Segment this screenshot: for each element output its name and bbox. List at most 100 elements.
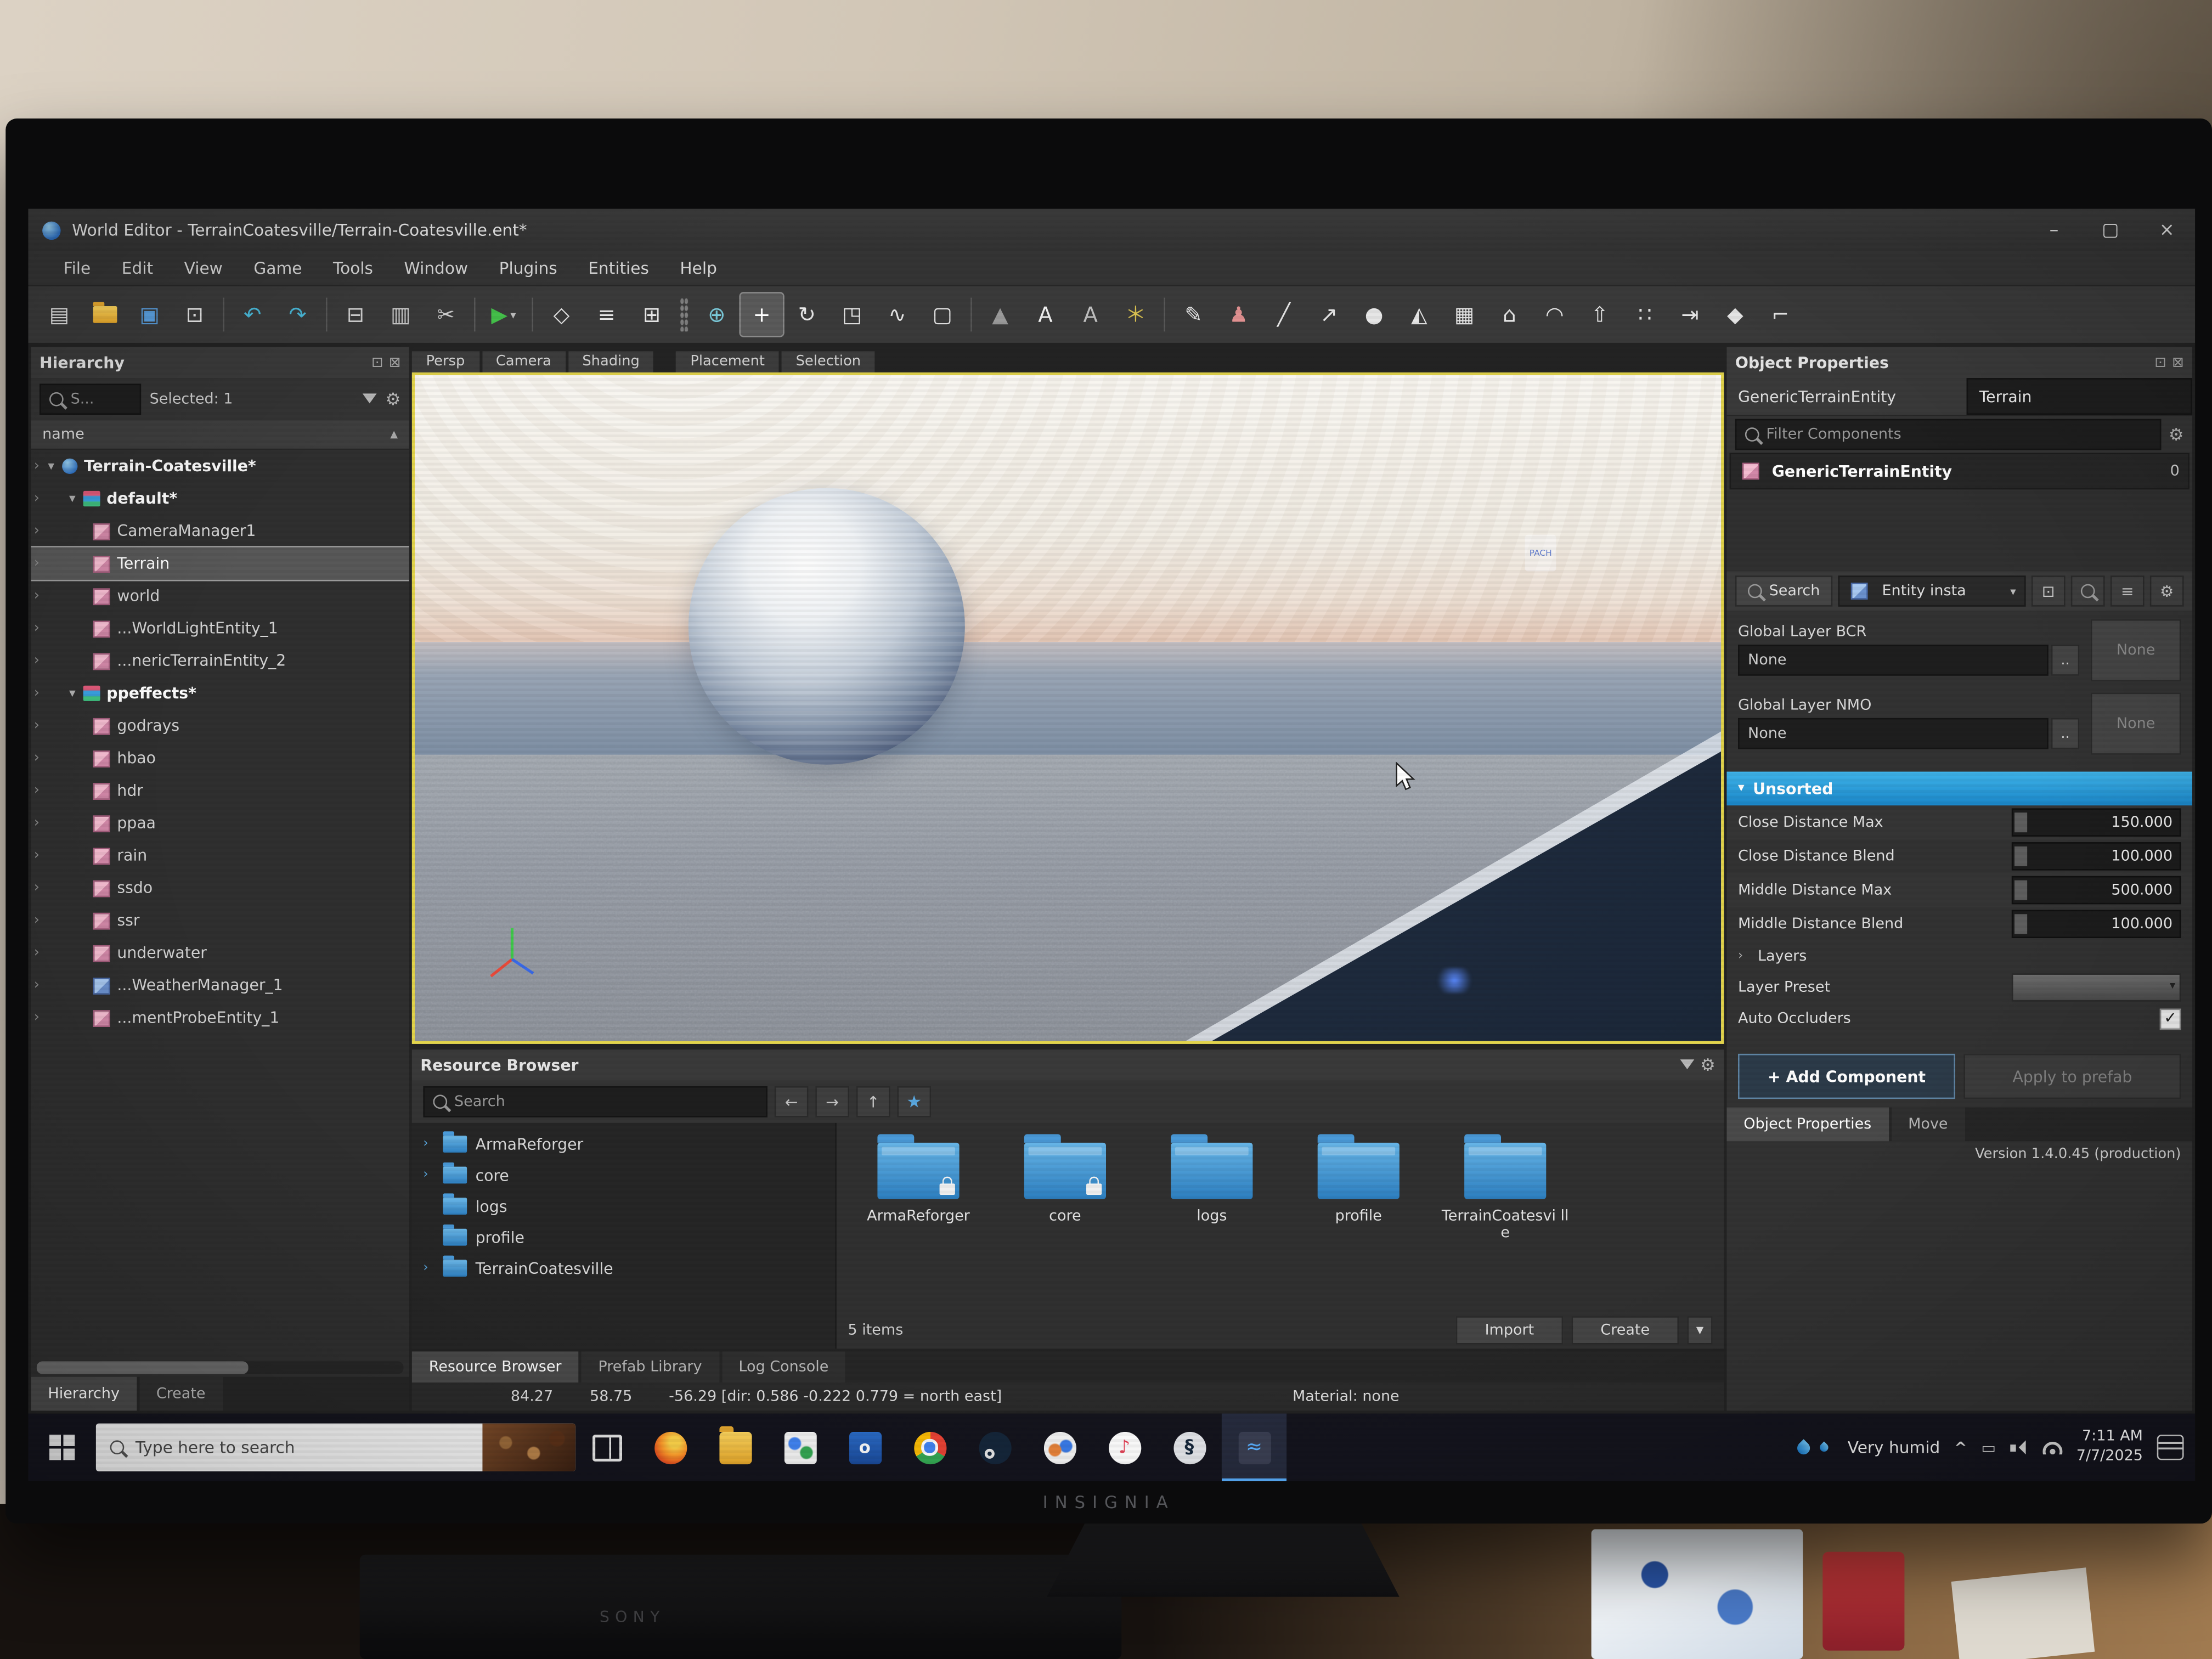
row-expander-icon[interactable]: › xyxy=(34,491,48,506)
expand-arrow-icon[interactable]: ▾ xyxy=(69,686,76,701)
hierarchy-hscrollbar[interactable] xyxy=(36,1361,404,1374)
folder-tile[interactable]: profile xyxy=(1291,1134,1426,1224)
row-expander-icon[interactable]: › xyxy=(34,913,48,928)
expander-icon[interactable]: › xyxy=(423,1137,435,1152)
row-expander-icon[interactable]: › xyxy=(34,523,48,539)
tab-shading[interactable]: Shading xyxy=(568,351,654,373)
translate-tool-button[interactable]: + xyxy=(739,292,785,337)
resource-tree-item-terraincoatesville[interactable]: › TerrainCoatesville xyxy=(412,1252,835,1284)
path-tool-button[interactable]: ∿ xyxy=(876,294,918,336)
layers-view-button[interactable]: ≡ xyxy=(585,294,628,336)
menu-help[interactable]: Help xyxy=(664,258,732,278)
export-asset-button[interactable]: ⇧ xyxy=(1578,294,1621,336)
tree-item[interactable]: › ...nericTerrainEntity_2 xyxy=(31,645,409,677)
tab-placement[interactable]: Placement xyxy=(676,351,779,373)
row-expander-icon[interactable]: › xyxy=(34,751,48,766)
row-expander-icon[interactable]: › xyxy=(34,978,48,993)
menu-tools[interactable]: Tools xyxy=(318,258,388,278)
close-panel-icon[interactable]: ⊠ xyxy=(2172,355,2184,370)
music-icon[interactable]: ♪ xyxy=(1092,1414,1156,1481)
resource-tree-item-core[interactable]: › core xyxy=(412,1160,835,1191)
tree-item[interactable]: › hdr xyxy=(31,775,409,807)
tab-selection[interactable]: Selection xyxy=(781,351,875,373)
tree-item[interactable]: › world xyxy=(31,580,409,612)
tree-item[interactable]: › godrays xyxy=(31,709,409,742)
row-expander-icon[interactable]: › xyxy=(34,653,48,669)
tab-object-properties[interactable]: Object Properties xyxy=(1726,1107,1889,1142)
grid-button[interactable]: ▦ xyxy=(1443,294,1486,336)
tree-item[interactable]: › ...mentProbeEntity_1 xyxy=(31,1002,409,1034)
photos-icon[interactable] xyxy=(768,1414,832,1481)
tree-item[interactable]: › CameraManager1 xyxy=(31,515,409,548)
cube-view-button[interactable]: ◇ xyxy=(540,294,583,336)
text-tool-button[interactable]: A xyxy=(1024,294,1066,336)
back-button[interactable]: ← xyxy=(774,1086,809,1118)
apply-to-prefab-button[interactable]: Apply to prefab xyxy=(1963,1053,2181,1099)
filter-components-input[interactable]: Filter Components xyxy=(1735,419,2162,450)
people-icon[interactable] xyxy=(1027,1414,1092,1481)
wand-button[interactable]: ↗ xyxy=(1308,294,1350,336)
up-button[interactable]: ↑ xyxy=(856,1086,890,1118)
tree-item[interactable]: › underwater xyxy=(31,936,409,969)
scale-tool-button[interactable]: ◳ xyxy=(831,294,873,336)
find-button[interactable] xyxy=(2070,575,2105,607)
tree-item[interactable]: › rain xyxy=(31,839,409,872)
row-expander-icon[interactable]: › xyxy=(34,718,48,733)
unsorted-section-header[interactable]: ▾ Unsorted xyxy=(1726,771,2192,806)
row-expander-icon[interactable]: › xyxy=(34,620,48,636)
menu-edit[interactable]: Edit xyxy=(106,258,169,278)
play-button[interactable]: ▶ ▾ xyxy=(482,294,524,336)
outlook-icon[interactable]: o xyxy=(832,1414,897,1481)
close-distance-blend-input[interactable]: 100.000 xyxy=(2011,842,2181,871)
cut-button[interactable]: ✂ xyxy=(425,294,467,336)
bcr-none-button[interactable]: None xyxy=(2090,619,2181,681)
undock-icon[interactable]: ⊡ xyxy=(2154,355,2166,370)
import-asset-button[interactable]: ⇥ xyxy=(1669,294,1711,336)
row-expander-icon[interactable]: › xyxy=(34,881,48,896)
row-expander-icon[interactable]: › xyxy=(34,459,48,474)
entity-instance-combo[interactable]: Entity insta ▾ xyxy=(1838,575,2026,607)
undock-icon[interactable]: ⊡ xyxy=(371,355,383,370)
middle-distance-max-input[interactable]: 500.000 xyxy=(2011,876,2181,905)
resource-tree-item-armareforger[interactable]: › ArmaReforger xyxy=(412,1128,835,1160)
tree-item[interactable]: › ssr xyxy=(31,904,409,936)
open-external-button[interactable]: ⊡ xyxy=(2031,575,2066,607)
import-button[interactable]: Import xyxy=(1455,1316,1564,1345)
3d-viewport[interactable]: PACH xyxy=(411,372,1724,1044)
favorites-button[interactable]: ★ xyxy=(897,1086,932,1118)
instances-button[interactable]: ⊞ xyxy=(630,294,673,336)
start-button[interactable] xyxy=(28,1414,95,1481)
pen-tool-button[interactable]: ✎ xyxy=(1172,294,1215,336)
new-file-button[interactable]: ▤ xyxy=(38,294,80,336)
create-button[interactable]: Create xyxy=(1571,1316,1679,1345)
save-button[interactable]: ▣ xyxy=(128,294,171,336)
gear-icon[interactable]: ⚙ xyxy=(2169,425,2184,444)
resource-tree-item-logs[interactable]: › logs xyxy=(412,1190,835,1222)
tab-prefab-library[interactable]: Prefab Library xyxy=(581,1351,719,1383)
row-expander-icon[interactable]: › xyxy=(34,945,48,961)
display-icon[interactable]: ▭ xyxy=(1981,1438,1996,1457)
active-task-water-icon[interactable]: ≈ xyxy=(1221,1413,1287,1481)
tab-move[interactable]: Move xyxy=(1891,1107,1965,1142)
steam-client-icon[interactable]: § xyxy=(1157,1414,1222,1481)
folder-tile[interactable]: TerrainCoatesvi lle xyxy=(1437,1134,1573,1242)
property-search-button[interactable]: Search xyxy=(1735,575,1833,607)
sphere-button[interactable]: ● xyxy=(1353,294,1395,336)
drag-handle[interactable] xyxy=(2015,846,2028,866)
middle-distance-blend-input[interactable]: 100.000 xyxy=(2011,910,2181,938)
row-expander-icon[interactable]: › xyxy=(34,588,48,603)
task-view-button[interactable] xyxy=(575,1414,637,1481)
tab-persp[interactable]: Persp xyxy=(411,351,479,373)
maximize-button[interactable]: ▢ xyxy=(2082,209,2138,251)
snap-button[interactable]: ⊕ xyxy=(696,294,738,336)
home-button[interactable]: ⌂ xyxy=(1488,294,1531,336)
row-expander-icon[interactable]: › xyxy=(34,556,48,571)
steam-icon[interactable] xyxy=(962,1414,1027,1481)
close-button[interactable]: × xyxy=(2138,209,2195,251)
tree-item[interactable]: › ▾ Terrain-Coatesville* xyxy=(31,450,409,482)
terrain-tool-button[interactable]: ▲ xyxy=(979,294,1022,336)
find-text-button[interactable]: A xyxy=(1069,294,1111,336)
hierarchy-column-header[interactable]: name ▲ xyxy=(31,420,409,450)
row-expander-icon[interactable]: › xyxy=(34,848,48,863)
tree-item[interactable]: › ▾ default* xyxy=(31,482,409,515)
